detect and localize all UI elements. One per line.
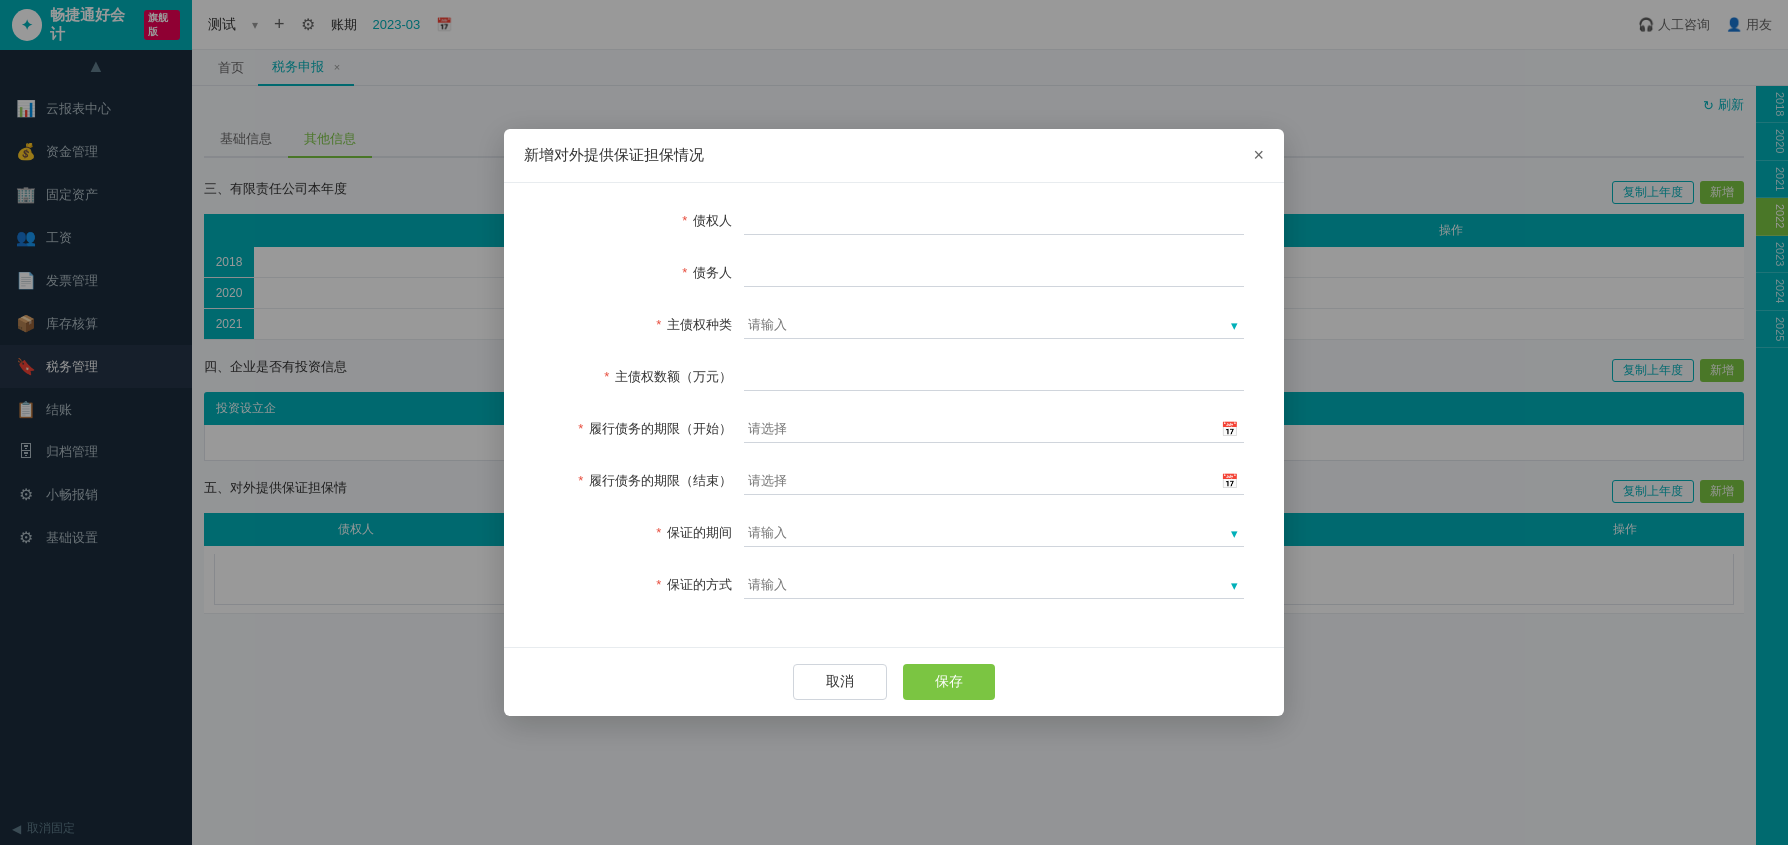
required-marker-3: * [656, 317, 661, 332]
form-select-claim-type-wrap: ▾ [744, 311, 1244, 339]
guarantee-method-input[interactable] [744, 571, 1244, 599]
form-label-guarantee-period: * 保证的期间 [544, 524, 744, 542]
required-marker-5: * [578, 421, 583, 436]
form-input-debtor-wrap [744, 259, 1244, 287]
modal-overlay[interactable]: 新增对外提供保证担保情况 × * 债权人 * 债务人 [0, 0, 1788, 845]
form-label-claim-type: * 主债权种类 [544, 316, 744, 334]
form-input-claim-amount-wrap [744, 363, 1244, 391]
required-marker: * [682, 213, 687, 228]
form-label-guarantee-method: * 保证的方式 [544, 576, 744, 594]
period-end-input[interactable] [744, 467, 1244, 495]
cancel-button[interactable]: 取消 [793, 664, 887, 700]
guarantee-period-input[interactable] [744, 519, 1244, 547]
required-marker-4: * [604, 369, 609, 384]
required-marker-2: * [682, 265, 687, 280]
required-marker-8: * [656, 577, 661, 592]
form-row-debtor: * 债务人 [544, 259, 1244, 287]
modal-body: * 债权人 * 债务人 * [504, 183, 1284, 647]
creditor-input[interactable] [744, 207, 1244, 235]
form-label-claim-amount: * 主债权数额（万元） [544, 368, 744, 386]
claim-amount-input[interactable] [744, 363, 1244, 391]
modal-close-button[interactable]: × [1253, 145, 1264, 166]
form-row-guarantee-method: * 保证的方式 ▾ [544, 571, 1244, 599]
modal-footer: 取消 保存 [504, 647, 1284, 716]
save-button[interactable]: 保存 [903, 664, 995, 700]
form-label-period-start: * 履行债务的期限（开始） [544, 420, 744, 438]
modal-title: 新增对外提供保证担保情况 [524, 146, 704, 165]
form-label-creditor: * 债权人 [544, 212, 744, 230]
form-row-period-start: * 履行债务的期限（开始） 📅 [544, 415, 1244, 443]
form-row-period-end: * 履行债务的期限（结束） 📅 [544, 467, 1244, 495]
form-row-claim-amount: * 主债权数额（万元） [544, 363, 1244, 391]
form-select-guarantee-period-wrap: ▾ [744, 519, 1244, 547]
form-row-claim-type: * 主债权种类 ▾ [544, 311, 1244, 339]
form-row-guarantee-period: * 保证的期间 ▾ [544, 519, 1244, 547]
form-date-period-start-wrap: 📅 [744, 415, 1244, 443]
form-label-period-end: * 履行债务的期限（结束） [544, 472, 744, 490]
required-marker-7: * [656, 525, 661, 540]
claim-type-input[interactable] [744, 311, 1244, 339]
modal-dialog: 新增对外提供保证担保情况 × * 债权人 * 债务人 [504, 129, 1284, 716]
form-date-period-end-wrap: 📅 [744, 467, 1244, 495]
debtor-input[interactable] [744, 259, 1244, 287]
period-start-calendar-icon[interactable]: 📅 [1221, 421, 1238, 437]
period-start-input[interactable] [744, 415, 1244, 443]
modal-header: 新增对外提供保证担保情况 × [504, 129, 1284, 183]
form-input-creditor-wrap [744, 207, 1244, 235]
period-end-calendar-icon[interactable]: 📅 [1221, 473, 1238, 489]
form-label-debtor: * 债务人 [544, 264, 744, 282]
form-select-guarantee-method-wrap: ▾ [744, 571, 1244, 599]
required-marker-6: * [578, 473, 583, 488]
form-row-creditor: * 债权人 [544, 207, 1244, 235]
